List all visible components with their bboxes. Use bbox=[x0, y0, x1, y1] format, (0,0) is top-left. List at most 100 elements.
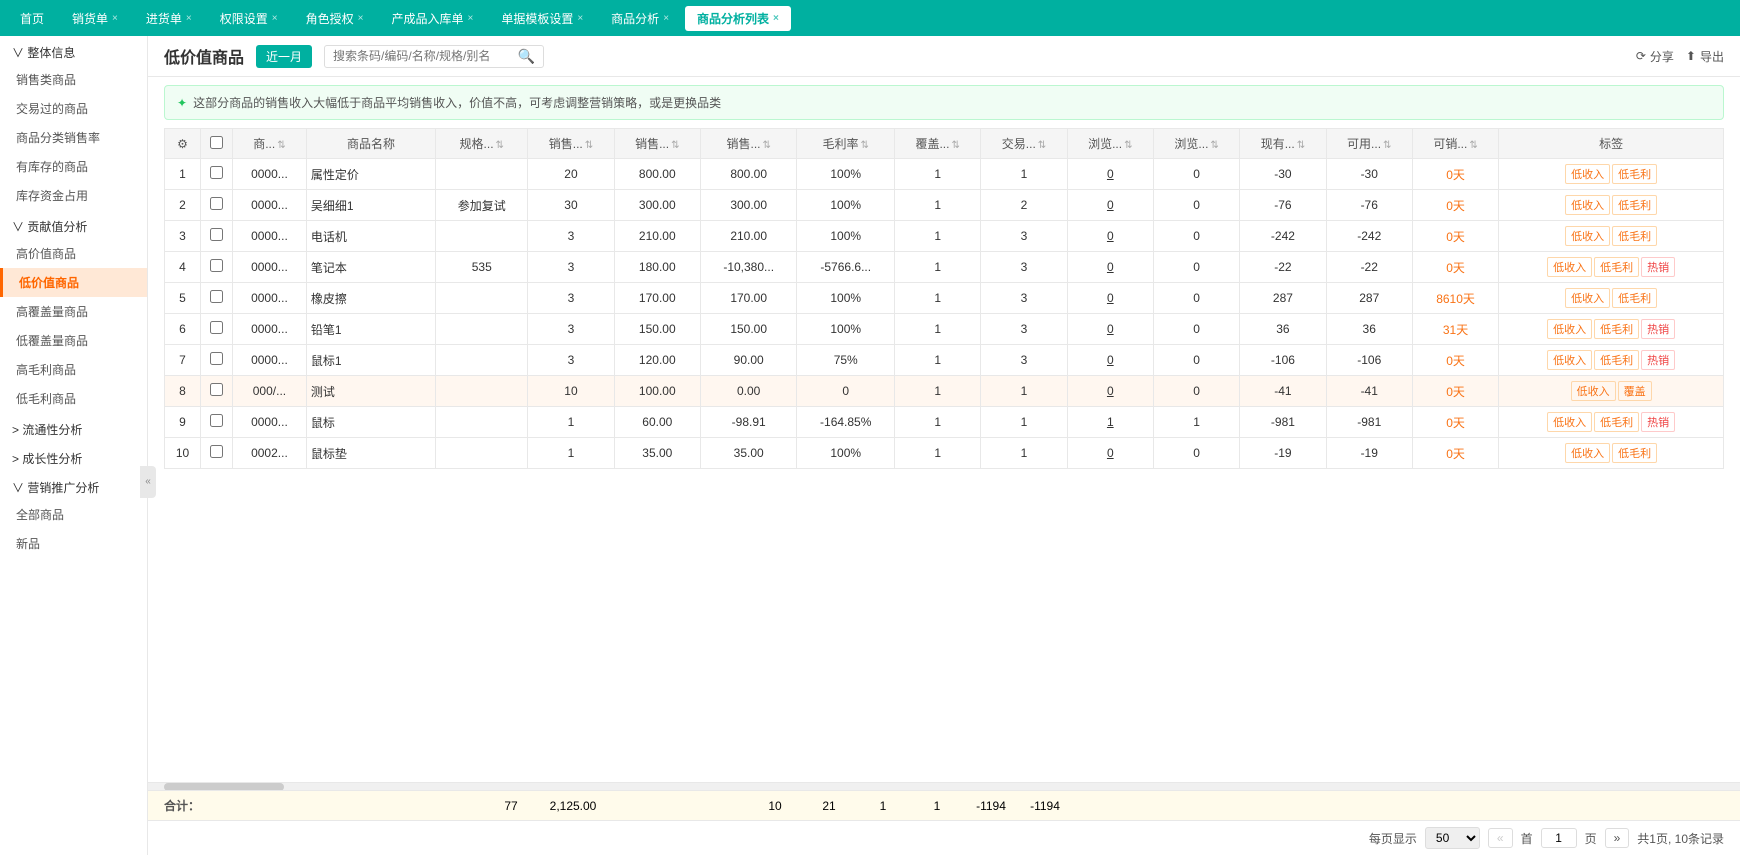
browse-link[interactable]: 0 bbox=[1107, 384, 1114, 398]
row-tags-cell: 低收入低毛利 bbox=[1499, 159, 1724, 190]
row-spec-cell: 参加复试 bbox=[436, 190, 528, 221]
row-checkbox[interactable] bbox=[210, 166, 223, 179]
col-saleable[interactable]: 可销...⇅ bbox=[1412, 129, 1498, 159]
tag: 低毛利 bbox=[1594, 412, 1639, 432]
page-number-input[interactable] bbox=[1541, 828, 1577, 848]
browse-link[interactable]: 0 bbox=[1107, 260, 1114, 274]
sidebar-section-growth[interactable]: > 成长性分析 bbox=[0, 442, 147, 471]
row-check-cell bbox=[201, 376, 233, 407]
sidebar-item-high-value[interactable]: 高价值商品 bbox=[0, 239, 147, 268]
close-icon[interactable]: × bbox=[358, 13, 364, 24]
row-settings-cell: 6 bbox=[165, 314, 201, 345]
share-button[interactable]: ⟳ 分享 bbox=[1636, 48, 1674, 65]
sidebar-item-low-margin[interactable]: 低毛利商品 bbox=[0, 384, 147, 413]
close-icon[interactable]: × bbox=[577, 13, 583, 24]
close-icon[interactable]: × bbox=[186, 13, 192, 24]
row-check-cell bbox=[201, 314, 233, 345]
horizontal-scrollbar[interactable] bbox=[148, 782, 1740, 790]
col-transaction[interactable]: 交易...⇅ bbox=[981, 129, 1067, 159]
row-checkbox[interactable] bbox=[210, 321, 223, 334]
row-checkbox[interactable] bbox=[210, 259, 223, 272]
col-current-stock[interactable]: 现有...⇅ bbox=[1240, 129, 1326, 159]
time-filter-button[interactable]: 近一月 bbox=[256, 45, 312, 68]
nav-home[interactable]: 首页 bbox=[8, 6, 56, 31]
info-banner: ✦ 这部分商品的销售收入大幅低于商品平均销售收入，价值不高，可考虑调整营销策略，… bbox=[164, 85, 1724, 120]
row-coverage-cell: 1 bbox=[895, 221, 981, 252]
close-icon[interactable]: × bbox=[663, 13, 669, 24]
browse-link[interactable]: 0 bbox=[1107, 167, 1114, 181]
row-sales-profit-cell: 800.00 bbox=[700, 159, 797, 190]
nav-product-warehousing[interactable]: 产成品入库单 × bbox=[379, 6, 485, 31]
export-button[interactable]: ⬆ 导出 bbox=[1686, 48, 1724, 65]
nav-permissions[interactable]: 权限设置 × bbox=[208, 6, 290, 31]
close-icon[interactable]: × bbox=[467, 13, 473, 24]
col-spec[interactable]: 规格...⇅ bbox=[436, 129, 528, 159]
row-coverage-cell: 1 bbox=[895, 438, 981, 469]
row-checkbox[interactable] bbox=[210, 383, 223, 396]
browse-link[interactable]: 0 bbox=[1107, 229, 1114, 243]
row-browse2-cell: 0 bbox=[1153, 221, 1239, 252]
header-actions: ⟳ 分享 ⬆ 导出 bbox=[1636, 48, 1724, 65]
sidebar-item-category-sales-rate[interactable]: 商品分类销售率 bbox=[0, 123, 147, 152]
sidebar-collapse-button[interactable]: « bbox=[140, 466, 156, 498]
browse-link[interactable]: 0 bbox=[1107, 198, 1114, 212]
sidebar-item-new-products[interactable]: 新品 bbox=[0, 529, 147, 558]
sidebar-section-overall[interactable]: ∨ 整体信息 bbox=[0, 36, 147, 65]
browse-link[interactable]: 0 bbox=[1107, 446, 1114, 460]
next-page-button[interactable]: » bbox=[1605, 828, 1630, 848]
nav-role-auth[interactable]: 角色授权 × bbox=[294, 6, 376, 31]
row-check-cell bbox=[201, 221, 233, 252]
row-checkbox[interactable] bbox=[210, 445, 223, 458]
row-checkbox[interactable] bbox=[210, 414, 223, 427]
close-icon[interactable]: × bbox=[112, 13, 118, 24]
sidebar-item-inventory-capital[interactable]: 库存资金占用 bbox=[0, 181, 147, 210]
col-browse1[interactable]: 浏览...⇅ bbox=[1067, 129, 1153, 159]
nav-purchase-order[interactable]: 进货单 × bbox=[134, 6, 204, 31]
sidebar-item-stocked-products[interactable]: 有库存的商品 bbox=[0, 152, 147, 181]
sidebar-item-all-products[interactable]: 全部商品 bbox=[0, 500, 147, 529]
sidebar-item-high-coverage[interactable]: 高覆盖量商品 bbox=[0, 297, 147, 326]
sidebar-item-traded-products[interactable]: 交易过的商品 bbox=[0, 94, 147, 123]
table-row: 2 0000... 吴细细1 参加复试 30 300.00 300.00 100… bbox=[165, 190, 1724, 221]
first-page-button[interactable]: « bbox=[1488, 828, 1513, 848]
col-settings[interactable]: ⚙ bbox=[165, 129, 201, 159]
browse-link[interactable]: 0 bbox=[1107, 353, 1114, 367]
nav-template-settings[interactable]: 单据模板设置 × bbox=[489, 6, 595, 31]
row-checkbox[interactable] bbox=[210, 197, 223, 210]
row-checkbox[interactable] bbox=[210, 228, 223, 241]
settings-icon[interactable]: ⚙ bbox=[177, 137, 188, 151]
row-sales-qty-cell: 3 bbox=[528, 345, 614, 376]
close-icon[interactable]: × bbox=[773, 13, 779, 24]
browse-link[interactable]: 1 bbox=[1107, 415, 1114, 429]
per-page-select[interactable]: 50 100 200 bbox=[1425, 827, 1480, 849]
nav-product-analysis[interactable]: 商品分析 × bbox=[599, 6, 681, 31]
col-browse2[interactable]: 浏览...⇅ bbox=[1153, 129, 1239, 159]
search-input[interactable] bbox=[333, 49, 512, 63]
select-all-checkbox[interactable] bbox=[210, 136, 223, 149]
row-tags-cell: 低收入低毛利热销 bbox=[1499, 345, 1724, 376]
col-sales-profit[interactable]: 销售...⇅ bbox=[700, 129, 797, 159]
row-checkbox[interactable] bbox=[210, 352, 223, 365]
browse-link[interactable]: 0 bbox=[1107, 322, 1114, 336]
row-sales-profit-cell: -10,380... bbox=[700, 252, 797, 283]
sidebar-item-low-coverage[interactable]: 低覆盖量商品 bbox=[0, 326, 147, 355]
sidebar-item-high-margin[interactable]: 高毛利商品 bbox=[0, 355, 147, 384]
sidebar-item-sales-products[interactable]: 销售类商品 bbox=[0, 65, 147, 94]
col-gross-margin[interactable]: 毛利率⇅ bbox=[797, 129, 895, 159]
col-sales-qty[interactable]: 销售...⇅ bbox=[528, 129, 614, 159]
row-sales-qty-cell: 1 bbox=[528, 407, 614, 438]
sidebar-section-contribution[interactable]: ∨ 贡献值分析 bbox=[0, 210, 147, 239]
nav-product-analysis-list[interactable]: 商品分析列表 × bbox=[685, 6, 791, 31]
row-checkbox[interactable] bbox=[210, 290, 223, 303]
sidebar-item-low-value[interactable]: 低价值商品 bbox=[0, 268, 147, 297]
col-available[interactable]: 可用...⇅ bbox=[1326, 129, 1412, 159]
col-sales-amount[interactable]: 销售...⇅ bbox=[614, 129, 700, 159]
sidebar-section-marketing[interactable]: ∨ 营销推广分析 bbox=[0, 471, 147, 500]
close-icon[interactable]: × bbox=[272, 13, 278, 24]
nav-sales-order[interactable]: 销货单 × bbox=[60, 6, 130, 31]
sidebar-section-circulation[interactable]: > 流通性分析 bbox=[0, 413, 147, 442]
col-coverage[interactable]: 覆盖...⇅ bbox=[895, 129, 981, 159]
search-icon[interactable]: 🔍 bbox=[518, 48, 535, 65]
browse-link[interactable]: 0 bbox=[1107, 291, 1114, 305]
col-code[interactable]: 商...⇅ bbox=[233, 129, 307, 159]
